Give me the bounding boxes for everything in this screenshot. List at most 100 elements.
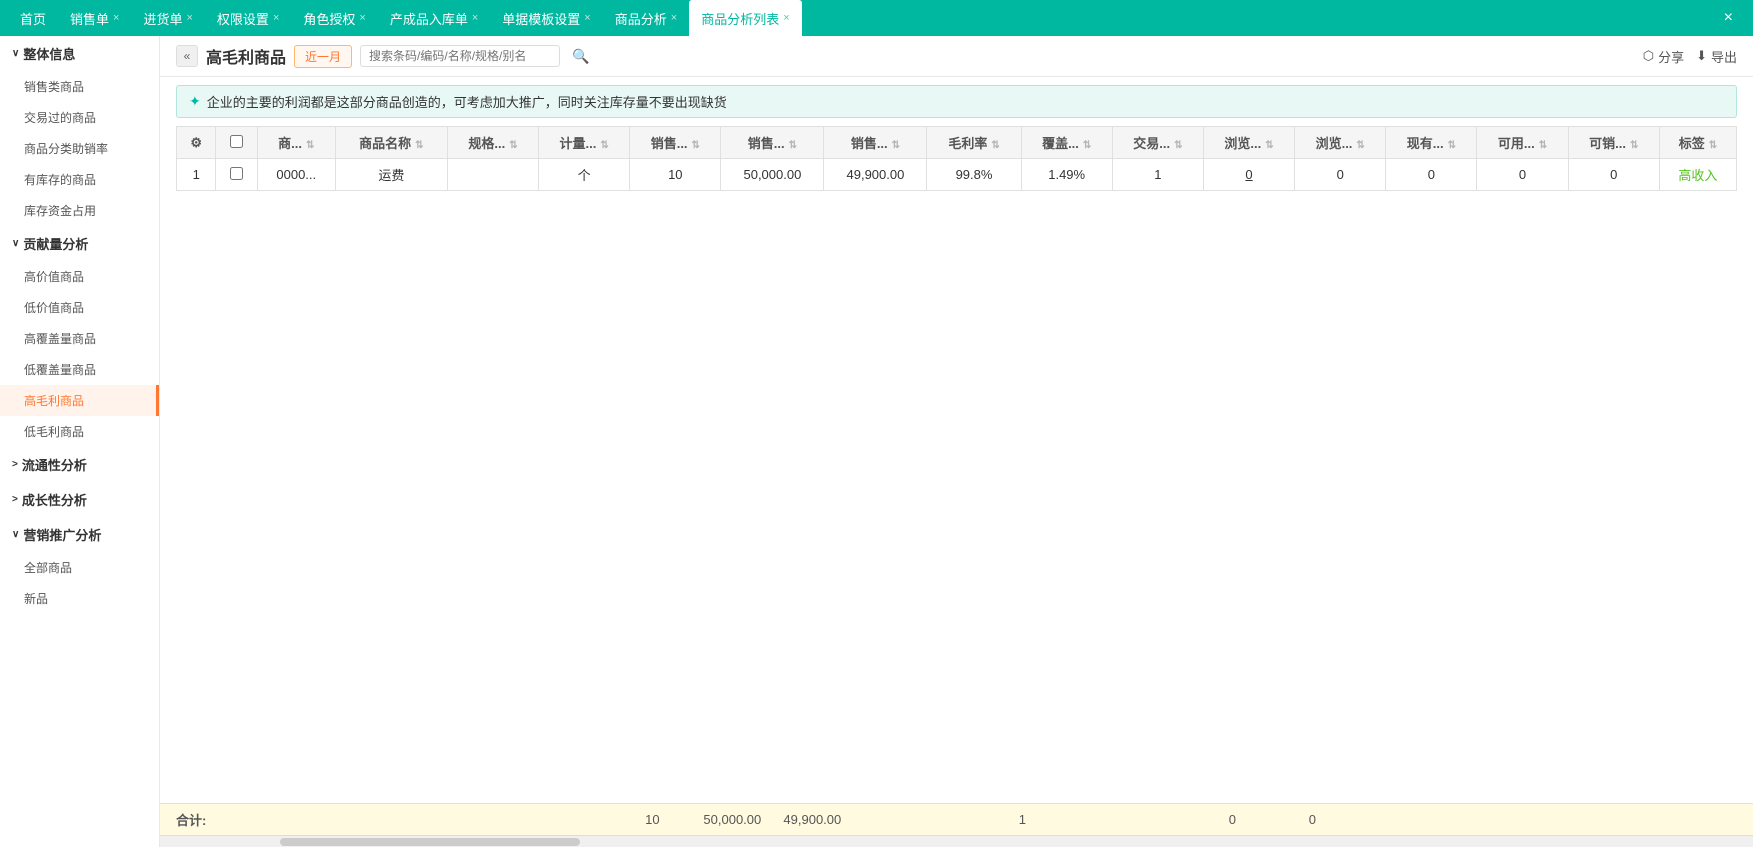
sidebar-arrow-icon: > (12, 494, 18, 505)
col-header-index[interactable]: ⚙ (177, 127, 216, 159)
sidebar-item-交易过的商品[interactable]: 交易过的商品 (0, 102, 159, 133)
row-available-stock: 0 (1477, 159, 1568, 191)
col-header-tag[interactable]: 标签⇅ (1659, 127, 1736, 159)
nav-close-icon[interactable]: × (359, 12, 365, 24)
col-header-saleCost[interactable]: 销售...⇅ (824, 127, 927, 159)
resize-handle: ⇅ (1356, 140, 1364, 151)
col-header-view1[interactable]: 浏览...⇅ (1203, 127, 1294, 159)
col-header-view2[interactable]: 浏览...⇅ (1295, 127, 1386, 159)
filter-recent-month-button[interactable]: 近一月 (294, 45, 352, 68)
row-tag: 高收入 (1659, 159, 1736, 191)
window-close-button[interactable]: × (1712, 9, 1745, 27)
col-header-saleableStock[interactable]: 可销...⇅ (1568, 127, 1659, 159)
footer-sale-amt: 50,000.00 (692, 812, 772, 827)
nav-item-商品分析列表[interactable]: 商品分析列表× (689, 0, 801, 36)
row-index: 1 (177, 159, 216, 191)
export-button[interactable]: ⬇ 导出 (1696, 47, 1737, 66)
settings-icon[interactable]: ⚙ (190, 135, 202, 150)
nav-close-icon[interactable]: × (584, 12, 590, 24)
row-current-stock: 0 (1386, 159, 1477, 191)
sidebar-item-商品分类助销率[interactable]: 商品分类助销率 (0, 133, 159, 164)
nav-item-角色授权[interactable]: 角色授权× (291, 0, 377, 36)
sidebar-item-库存资金占用[interactable]: 库存资金占用 (0, 195, 159, 226)
sidebar-section-label: 营销推广分析 (23, 525, 101, 544)
sidebar-item-高毛利商品[interactable]: 高毛利商品 (0, 385, 159, 416)
scrollbar-thumb[interactable] (280, 838, 580, 846)
row-gross-rate: 99.8% (927, 159, 1021, 191)
nav-close-icon[interactable]: × (671, 12, 677, 24)
sidebar-item-有库存的商品[interactable]: 有库存的商品 (0, 164, 159, 195)
nav-item-产成品入库单[interactable]: 产成品入库单× (378, 0, 490, 36)
nav-item-单据模板设置[interactable]: 单据模板设置× (490, 0, 602, 36)
info-bar: ✦ 企业的主要的利润都是这部分商品创造的，可考虑加大推广，同时关注库存量不要出现… (176, 85, 1737, 118)
row-sale-qty: 10 (630, 159, 721, 191)
row-name: 运费 (335, 159, 447, 191)
search-input[interactable] (360, 45, 560, 67)
sidebar-section-营销推广分析[interactable]: ∨营销推广分析 (0, 517, 159, 552)
nav-close-icon[interactable]: × (273, 12, 279, 24)
content-area: « 高毛利商品 近一月 🔍 ⬡ 分享 ⬇ 导出 ✦ 企业的主要的利润都是这部分商… (160, 36, 1753, 847)
row-view1[interactable]: 0 (1203, 159, 1294, 191)
col-header-availableStock[interactable]: 可用...⇅ (1477, 127, 1568, 159)
data-table: ⚙商...⇅商品名称⇅规格...⇅计量...⇅销售...⇅销售...⇅销售...… (176, 126, 1737, 191)
nav-close-icon[interactable]: × (783, 12, 789, 24)
horizontal-scrollbar[interactable] (160, 835, 1753, 847)
col-header-spec[interactable]: 规格...⇅ (447, 127, 538, 159)
sidebar-section-成长性分析[interactable]: >成长性分析 (0, 482, 159, 517)
row-spec (447, 159, 538, 191)
sidebar-item-全部商品[interactable]: 全部商品 (0, 552, 159, 583)
sidebar-item-低覆盖量商品[interactable]: 低覆盖量商品 (0, 354, 159, 385)
footer-available-stock: 0 (1272, 812, 1352, 827)
resize-handle: ⇅ (789, 140, 797, 151)
nav-close-icon[interactable]: × (186, 12, 192, 24)
total-label: 合计: (176, 810, 206, 829)
resize-handle: ⇅ (415, 140, 423, 151)
col-header-checkbox[interactable] (216, 127, 257, 159)
footer-sale-cost: 49,900.00 (772, 812, 852, 827)
nav-item-商品分析[interactable]: 商品分析× (603, 0, 689, 36)
page-title: 高毛利商品 (206, 44, 286, 68)
sidebar: ∨整体信息销售类商品交易过的商品商品分类助销率有库存的商品库存资金占用∨贡献量分… (0, 36, 160, 847)
col-header-saleQty[interactable]: 销售...⇅ (630, 127, 721, 159)
row-checkbox[interactable] (216, 159, 257, 191)
sidebar-section-整体信息[interactable]: ∨整体信息 (0, 36, 159, 71)
row-checkbox-input[interactable] (230, 167, 243, 180)
sidebar-item-高覆盖量商品[interactable]: 高覆盖量商品 (0, 323, 159, 354)
row-coverage: 1.49% (1021, 159, 1112, 191)
sidebar-arrow-icon: ∨ (12, 48, 19, 59)
col-header-coverage[interactable]: 覆盖...⇅ (1021, 127, 1112, 159)
footer-sale-qty: 10 (612, 812, 692, 827)
select-all-checkbox[interactable] (230, 135, 243, 148)
share-button[interactable]: ⬡ 分享 (1643, 47, 1684, 66)
col-header-name[interactable]: 商品名称⇅ (335, 127, 447, 159)
resize-handle: ⇅ (692, 140, 700, 151)
nav-item-进货单[interactable]: 进货单× (131, 0, 204, 36)
col-header-code[interactable]: 商...⇅ (257, 127, 335, 159)
sidebar-item-高价值商品[interactable]: 高价值商品 (0, 261, 159, 292)
col-header-saleAmt[interactable]: 销售...⇅ (721, 127, 824, 159)
sidebar-item-销售类商品[interactable]: 销售类商品 (0, 71, 159, 102)
nav-close-icon[interactable]: × (113, 12, 119, 24)
sidebar-collapse-button[interactable]: « (176, 45, 198, 67)
sidebar-item-低毛利商品[interactable]: 低毛利商品 (0, 416, 159, 447)
sidebar-item-低价值商品[interactable]: 低价值商品 (0, 292, 159, 323)
nav-item-销售单[interactable]: 销售单× (58, 0, 131, 36)
resize-handle: ⇅ (509, 140, 517, 151)
col-header-unit[interactable]: 计量...⇅ (539, 127, 630, 159)
nav-close-icon[interactable]: × (472, 12, 478, 24)
export-icon: ⬇ (1696, 48, 1707, 64)
info-text: 企业的主要的利润都是这部分商品创造的，可考虑加大推广，同时关注库存量不要出现缺货 (207, 92, 727, 111)
col-header-currentStock[interactable]: 现有...⇅ (1386, 127, 1477, 159)
resize-handle: ⇅ (1630, 140, 1638, 151)
sidebar-item-新品[interactable]: 新品 (0, 583, 159, 614)
nav-item-首页[interactable]: 首页 (8, 0, 58, 36)
view-link[interactable]: 0 (1245, 167, 1252, 182)
col-header-grossRate[interactable]: 毛利率⇅ (927, 127, 1021, 159)
resize-handle: ⇅ (1174, 140, 1182, 151)
nav-item-权限设置[interactable]: 权限设置× (205, 0, 291, 36)
sidebar-section-流通性分析[interactable]: >流通性分析 (0, 447, 159, 482)
col-header-trade[interactable]: 交易...⇅ (1112, 127, 1203, 159)
search-button[interactable]: 🔍 (568, 46, 593, 67)
resize-handle: ⇅ (892, 140, 900, 151)
sidebar-section-贡献量分析[interactable]: ∨贡献量分析 (0, 226, 159, 261)
